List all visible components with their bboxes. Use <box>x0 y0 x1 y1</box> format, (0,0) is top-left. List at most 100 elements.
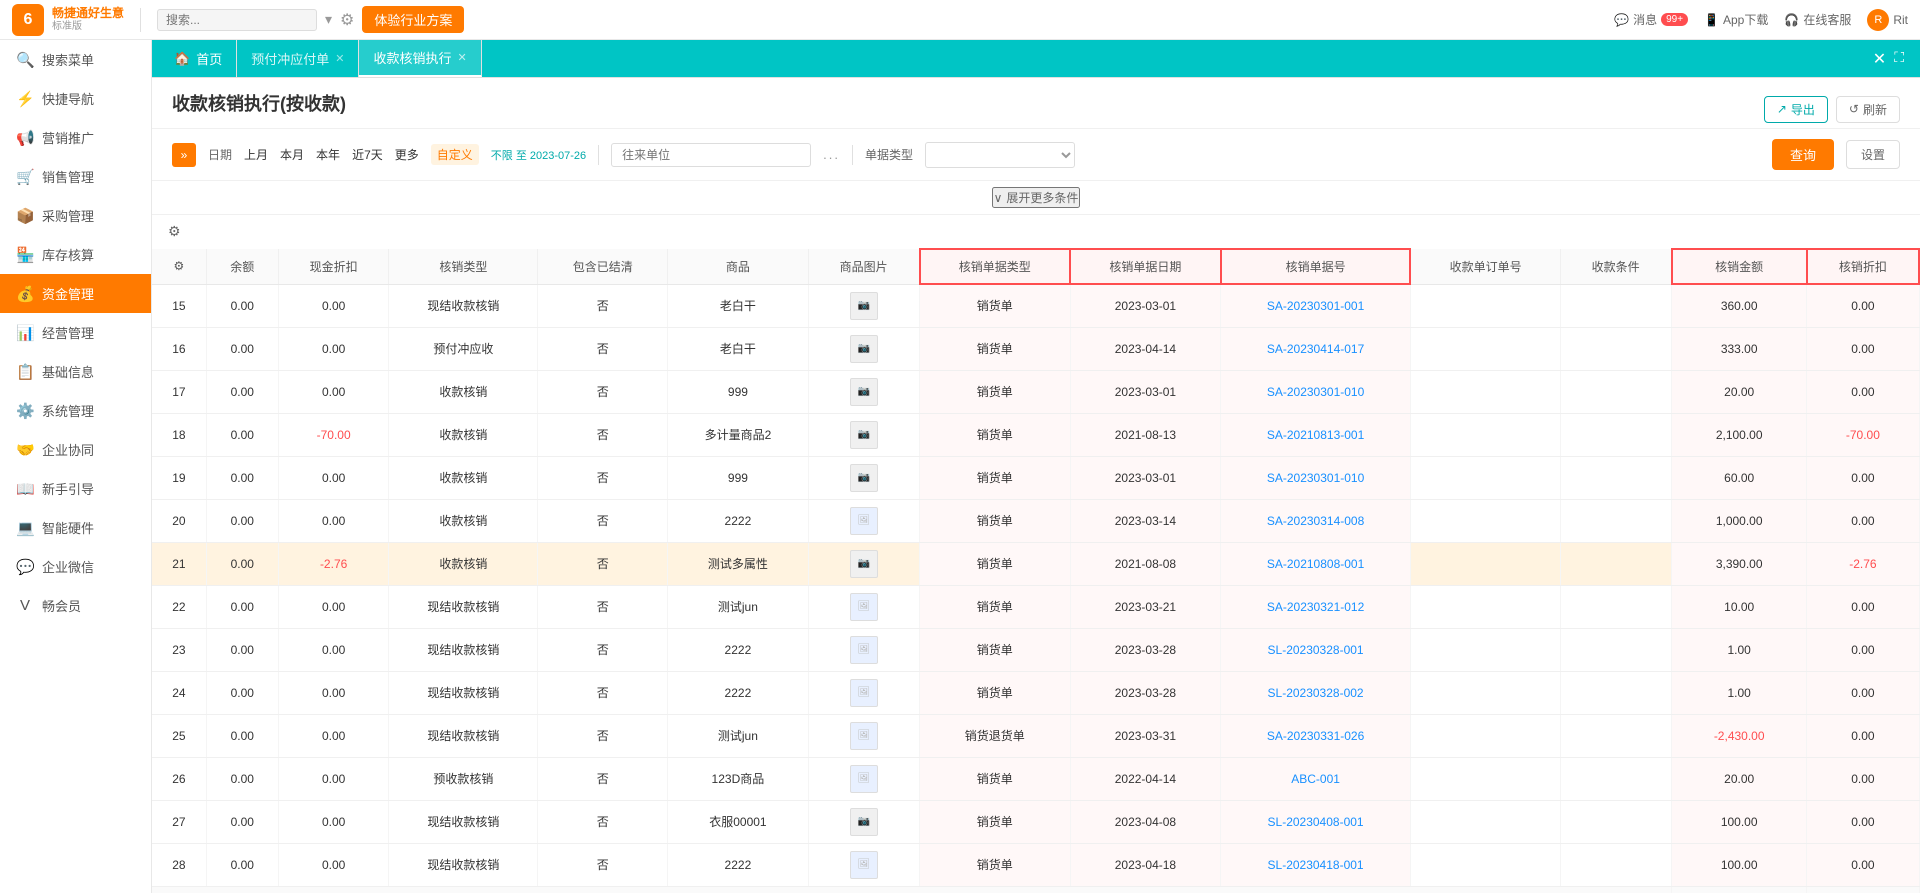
tab-verify-close[interactable]: ✕ <box>457 51 466 64</box>
cell-verify-date: 2023-03-28 <box>1070 628 1221 671</box>
cell-verify-type: 收款核销 <box>389 542 538 585</box>
expand-more-button[interactable]: ∨ 展开更多条件 <box>992 187 1081 208</box>
filter-expand-button[interactable]: » <box>172 143 196 167</box>
cell-receipt-condition <box>1560 413 1671 456</box>
verify-num-link[interactable]: SL-20230418-001 <box>1268 858 1364 872</box>
sidebar-item-7[interactable]: 📊经营管理 <box>0 313 151 352</box>
verify-num-link[interactable]: SA-20230331-026 <box>1267 729 1364 743</box>
date-more[interactable]: 更多 <box>395 146 419 163</box>
footer-total-amount: 40,556,66... <box>1672 886 1807 893</box>
cell-verify-amount: 1,000.00 <box>1672 499 1807 542</box>
cell-verify-amount: 333.00 <box>1672 327 1807 370</box>
cell-verify-date: 2023-03-31 <box>1070 714 1221 757</box>
top-search-input[interactable] <box>157 9 317 31</box>
verify-num-link[interactable]: SL-20230328-001 <box>1268 643 1364 657</box>
cell-verify-date: 2023-04-18 <box>1070 843 1221 886</box>
setting-button[interactable]: 设置 <box>1846 140 1900 169</box>
tab-verify[interactable]: 收款核销执行 ✕ <box>359 40 481 77</box>
cell-balance: 0.00 <box>206 413 278 456</box>
sidebar-icon-9: ⚙️ <box>16 402 34 420</box>
th-balance: 余额 <box>206 249 278 284</box>
cell-verify-num: SA-20230301-010 <box>1221 370 1411 413</box>
tab-home[interactable]: 🏠 首页 <box>160 40 237 77</box>
cell-verify-voucher-type: 销货单 <box>920 757 1071 800</box>
cell-goods: 测试jun <box>668 714 808 757</box>
sidebar-item-6[interactable]: 💰资金管理 <box>0 274 151 313</box>
cell-verify-discount: 0.00 <box>1807 456 1919 499</box>
cell-goods-img: 📷 <box>808 327 919 370</box>
column-settings-icon[interactable]: ⚙ <box>168 223 181 240</box>
sidebar-item-11[interactable]: 📖新手引导 <box>0 469 151 508</box>
date-this-month[interactable]: 本月 <box>280 146 304 163</box>
cell-verify-date: 2023-03-01 <box>1070 370 1221 413</box>
sidebar-item-13[interactable]: 💬企业微信 <box>0 547 151 586</box>
th-verify-voucher-type: 核销单据类型 <box>920 249 1071 284</box>
cell-goods: 2222 <box>668 628 808 671</box>
refresh-button[interactable]: ↺ 刷新 <box>1836 96 1900 123</box>
search-dropdown-icon[interactable]: ▾ <box>325 11 332 28</box>
online-service-btn[interactable]: 🎧 在线客服 <box>1784 11 1851 28</box>
cell-goods: 2222 <box>668 843 808 886</box>
sidebar-item-0[interactable]: 🔍搜索菜单 <box>0 40 151 79</box>
verify-num-link[interactable]: SA-20230321-012 <box>1267 600 1364 614</box>
filter-bar: » 日期 上月 本月 本年 近7天 更多 自定义 不限 至 2023-07-26… <box>152 129 1920 181</box>
date-last-month[interactable]: 上月 <box>244 146 268 163</box>
sidebar-item-2[interactable]: 📢营销推广 <box>0 118 151 157</box>
cell-receipt-order-num <box>1410 413 1560 456</box>
app-download-btn[interactable]: 📱 App下载 <box>1704 11 1768 28</box>
goods-image: 🖼 <box>850 593 878 621</box>
verify-num-link[interactable]: SL-20230328-002 <box>1268 686 1364 700</box>
date-custom[interactable]: 自定义 <box>431 144 479 165</box>
verify-num-link[interactable]: SA-20230301-010 <box>1267 385 1364 399</box>
sidebar-item-4[interactable]: 📦采购管理 <box>0 196 151 235</box>
sidebar-item-1[interactable]: ⚡快捷导航 <box>0 79 151 118</box>
verify-num-link[interactable]: ABC-001 <box>1291 772 1340 786</box>
expand-more-bar: ∨ 展开更多条件 <box>152 181 1920 215</box>
sidebar-item-9[interactable]: ⚙️系统管理 <box>0 391 151 430</box>
cell-include-settled: 否 <box>538 585 668 628</box>
sidebar-item-5[interactable]: 🏪库存核算 <box>0 235 151 274</box>
expand-more-label: 展开更多条件 <box>1006 189 1078 206</box>
sidebar-item-12[interactable]: 💻智能硬件 <box>0 508 151 547</box>
cell-verify-date: 2021-08-13 <box>1070 413 1221 456</box>
verify-num-link[interactable]: SA-20230314-008 <box>1267 514 1364 528</box>
cell-include-settled: 否 <box>538 499 668 542</box>
cell-verify-date: 2023-04-08 <box>1070 800 1221 843</box>
window-maximize-icon[interactable]: ⛶ <box>1894 49 1904 69</box>
verify-num-link[interactable]: SL-20230408-001 <box>1268 815 1364 829</box>
refresh-label: 刷新 <box>1863 101 1887 118</box>
date-7days[interactable]: 近7天 <box>352 146 383 163</box>
tab-prepay-close[interactable]: ✕ <box>335 52 344 65</box>
cell-receipt-condition <box>1560 714 1671 757</box>
message-btn[interactable]: 💬 消息 99+ <box>1614 11 1688 28</box>
verify-num-link[interactable]: SA-20230301-001 <box>1267 299 1364 313</box>
verify-num-link[interactable]: SA-20210808-001 <box>1267 557 1364 571</box>
window-close-icon[interactable]: ✕ <box>1873 49 1886 69</box>
settings-icon[interactable]: ⚙ <box>340 10 354 30</box>
sidebar-item-3[interactable]: 🛒销售管理 <box>0 157 151 196</box>
cell-verify-date: 2023-03-01 <box>1070 456 1221 499</box>
export-button[interactable]: ↗ 导出 <box>1764 96 1828 123</box>
cell-cash-discount: 0.00 <box>278 714 389 757</box>
verify-num-link[interactable]: SA-20210813-001 <box>1267 428 1364 442</box>
goods-image: 🖼 <box>850 722 878 750</box>
user-avatar[interactable]: R Rit <box>1867 9 1908 31</box>
top-bar-right: 💬 消息 99+ 📱 App下载 🎧 在线客服 R Rit <box>1614 9 1908 31</box>
date-this-year[interactable]: 本年 <box>316 146 340 163</box>
query-button[interactable]: 查询 <box>1772 139 1834 170</box>
sidebar-label-13: 企业微信 <box>42 557 94 576</box>
sidebar-item-14[interactable]: V畅会员 <box>0 586 151 625</box>
tab-prepay[interactable]: 预付冲应付单 ✕ <box>237 40 359 77</box>
cell-include-settled: 否 <box>538 456 668 499</box>
sidebar-item-10[interactable]: 🤝企业协同 <box>0 430 151 469</box>
industry-solution-button[interactable]: 体验行业方案 <box>362 6 464 33</box>
top-bar-left: 6 畅捷通好生意 标准版 ▾ ⚙ 体验行业方案 <box>12 4 1606 36</box>
data-table: ⚙ 余额 现金折扣 核销类型 包含已结清 商品 商品图片 核销单据类型 核销单据… <box>152 248 1920 893</box>
verify-num-link[interactable]: SA-20230414-017 <box>1267 342 1364 356</box>
cell-receipt-condition <box>1560 499 1671 542</box>
verify-num-link[interactable]: SA-20230301-010 <box>1267 471 1364 485</box>
voucher-type-select[interactable] <box>925 142 1075 168</box>
sidebar-item-8[interactable]: 📋基础信息 <box>0 352 151 391</box>
online-service-label: 在线客服 <box>1803 11 1851 28</box>
partner-input[interactable] <box>611 143 811 167</box>
